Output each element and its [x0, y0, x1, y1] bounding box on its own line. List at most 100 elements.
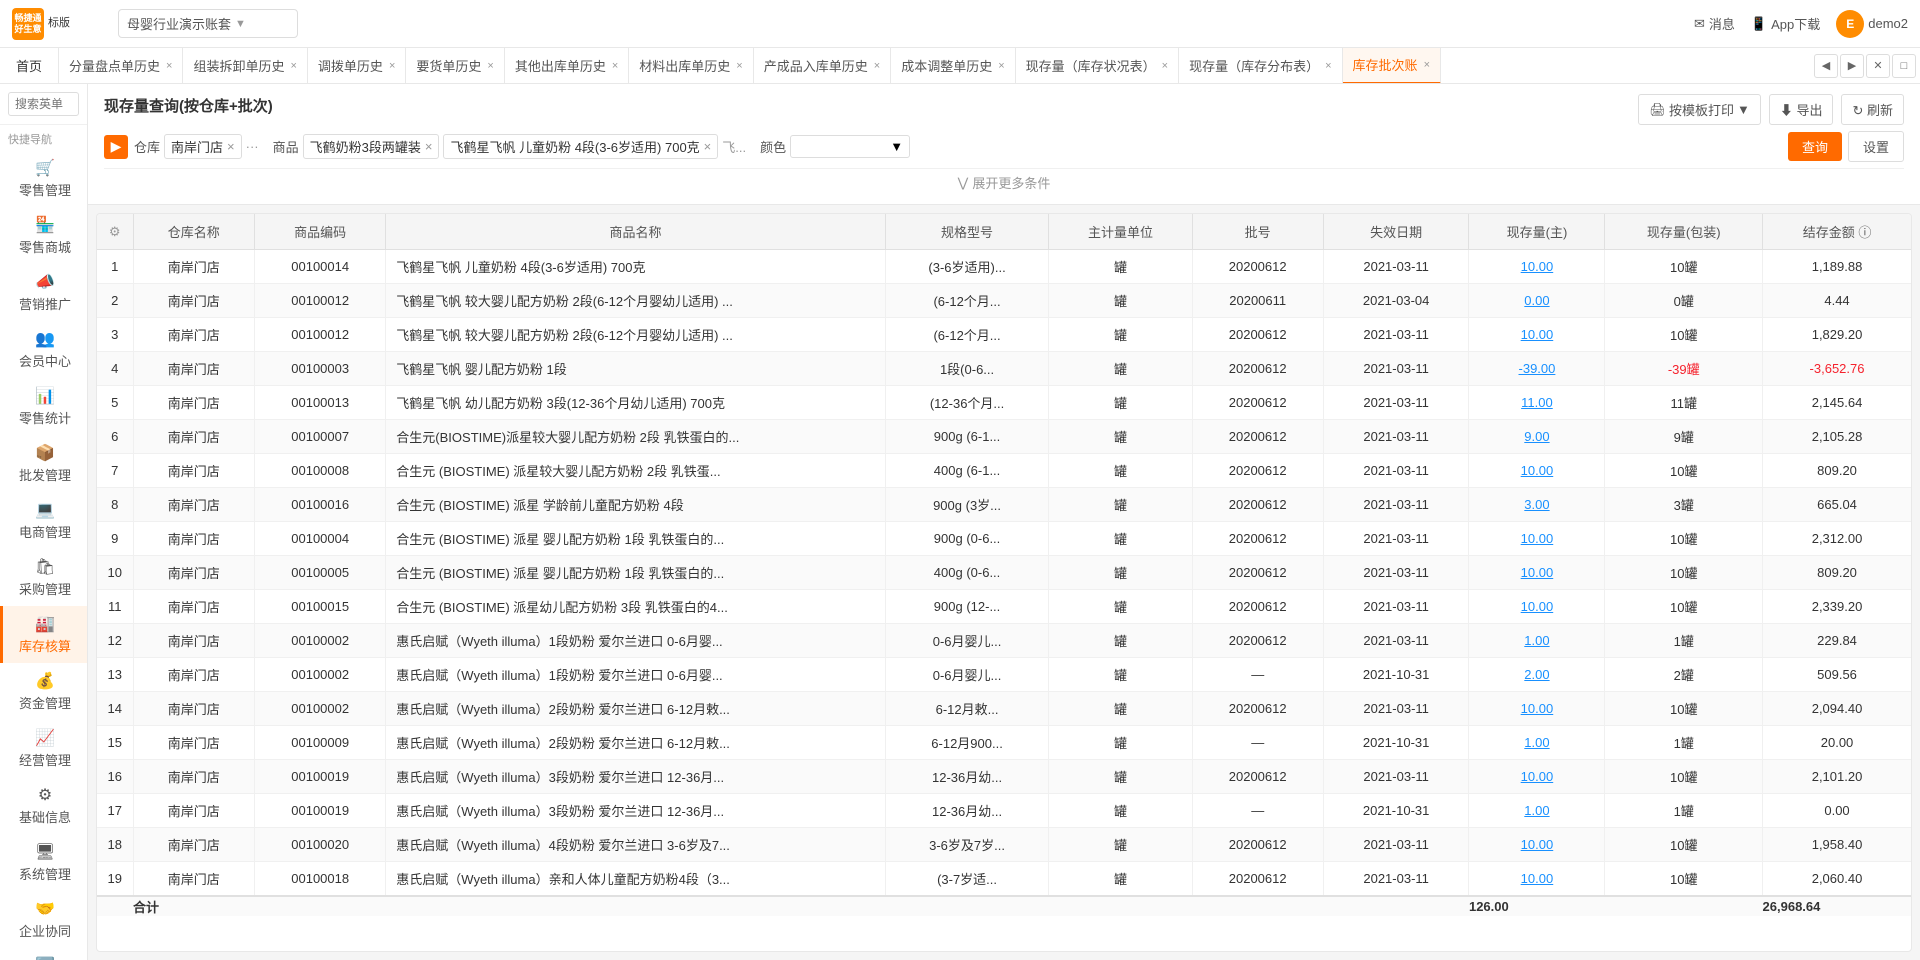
- sidebar-item-ecommerce[interactable]: 💻 电商管理: [0, 492, 87, 549]
- tab-close-split-inventory[interactable]: ×: [166, 60, 172, 72]
- tab-close-stock-status[interactable]: ×: [1162, 60, 1168, 72]
- settings-btn[interactable]: 设置: [1848, 131, 1904, 162]
- cell-qty[interactable]: 1.00: [1469, 726, 1605, 760]
- tab-requisition[interactable]: 要货单历史 ×: [406, 48, 504, 84]
- col-expire: 失效日期: [1323, 214, 1469, 250]
- tab-stock-dist[interactable]: 现存量（库存分布表） ×: [1179, 48, 1342, 84]
- cell-no: 12: [97, 624, 133, 658]
- refresh-btn[interactable]: ↻ 刷新: [1841, 94, 1904, 125]
- tab-close-cost-adjust[interactable]: ×: [998, 60, 1004, 72]
- tab-material-out[interactable]: 材料出库单历史 ×: [629, 48, 753, 84]
- sidebar-item-purchase[interactable]: 🛍 采购管理: [0, 549, 87, 606]
- cell-qty-pkg: 0罐: [1605, 284, 1763, 318]
- cell-warehouse: 南岸门店: [133, 624, 255, 658]
- settings-col-icon[interactable]: ⚙: [109, 224, 121, 239]
- color-filter-input[interactable]: ▼: [790, 135, 910, 158]
- warehouse-tag[interactable]: 南岸门店 ×: [164, 134, 242, 159]
- product-tag-1[interactable]: 飞鹤奶粉3段两罐装 ×: [303, 134, 440, 159]
- cell-qty[interactable]: 10.00: [1469, 590, 1605, 624]
- cell-no: 13: [97, 658, 133, 692]
- tab-close-transfer[interactable]: ×: [389, 60, 395, 72]
- col-settings[interactable]: ⚙: [97, 214, 133, 250]
- sidebar-item-finance[interactable]: 💰 资金管理: [0, 663, 87, 720]
- query-btn[interactable]: 查询: [1788, 132, 1842, 161]
- cell-qty[interactable]: 11.00: [1469, 386, 1605, 420]
- sidebar-item-basics[interactable]: ⚙ 基础信息: [0, 777, 87, 834]
- tab-home[interactable]: 首页: [0, 48, 59, 84]
- cell-qty[interactable]: -39.00: [1469, 352, 1605, 386]
- expand-more-conditions[interactable]: ⋁ 展开更多条件: [104, 168, 1904, 196]
- template-print-btn[interactable]: 🖨 按模板打印 ▼: [1638, 94, 1760, 125]
- tab-product-in[interactable]: 产成品入库单历史 ×: [754, 48, 891, 84]
- sidebar-item-new-guide[interactable]: 🆕 新手引导: [0, 948, 87, 960]
- warehouse-tag-close[interactable]: ×: [227, 139, 235, 154]
- search-input[interactable]: [8, 92, 79, 116]
- cell-qty[interactable]: 10.00: [1469, 828, 1605, 862]
- tab-close-disassemble[interactable]: ×: [290, 60, 296, 72]
- sidebar-item-operations[interactable]: 📈 经营管理: [0, 720, 87, 777]
- cell-spec: 900g (12-...: [885, 590, 1049, 624]
- cell-qty[interactable]: 1.00: [1469, 624, 1605, 658]
- tab-next-btn[interactable]: ▶: [1840, 54, 1864, 78]
- tab-close-material-out[interactable]: ×: [736, 60, 742, 72]
- tab-batch-account[interactable]: 库存批次账 ×: [1343, 48, 1441, 84]
- product-tag-2-close[interactable]: ×: [704, 139, 712, 154]
- cell-amount: 2,060.40: [1763, 862, 1911, 897]
- cell-qty[interactable]: 10.00: [1469, 692, 1605, 726]
- product-filter-more[interactable]: 飞...: [722, 137, 746, 156]
- cell-unit: 罐: [1049, 284, 1192, 318]
- sidebar-item-cooperation[interactable]: 🤝 企业协同: [0, 891, 87, 948]
- cell-qty[interactable]: 10.00: [1469, 862, 1605, 897]
- cell-qty[interactable]: 10.00: [1469, 760, 1605, 794]
- export-btn[interactable]: ⬇ 导出: [1769, 94, 1834, 125]
- cell-unit: 罐: [1049, 726, 1192, 760]
- cell-unit: 罐: [1049, 352, 1192, 386]
- tab-maximize-btn[interactable]: □: [1892, 54, 1916, 78]
- sidebar-item-members[interactable]: 👥 会员中心: [0, 321, 87, 378]
- workspace-selector[interactable]: 母婴行业演示账套 ▼: [118, 9, 298, 38]
- tab-prev-btn[interactable]: ◀: [1814, 54, 1838, 78]
- tab-stock-status[interactable]: 现存量（库存状况表） ×: [1016, 48, 1179, 84]
- cell-qty[interactable]: 10.00: [1469, 318, 1605, 352]
- cell-qty[interactable]: 0.00: [1469, 284, 1605, 318]
- tab-close-all-btn[interactable]: ✕: [1866, 54, 1890, 78]
- sidebar-item-wholesale[interactable]: 📦 批发管理: [0, 435, 87, 492]
- product-filter-section: 商品 飞鹤奶粉3段两罐装 × 飞鹤星飞帆 儿童奶粉 4段(3-6岁适用) 700…: [273, 134, 746, 159]
- cell-qty[interactable]: 10.00: [1469, 556, 1605, 590]
- cell-qty[interactable]: 1.00: [1469, 794, 1605, 828]
- tab-split-inventory[interactable]: 分量盘点单历史 ×: [59, 48, 183, 84]
- tab-close-stock-dist[interactable]: ×: [1325, 60, 1331, 72]
- product-tag-1-close[interactable]: ×: [425, 139, 433, 154]
- sidebar-item-system[interactable]: 🖥 系统管理: [0, 834, 87, 891]
- cell-qty[interactable]: 2.00: [1469, 658, 1605, 692]
- tab-disassemble[interactable]: 组装拆卸单历史 ×: [183, 48, 307, 84]
- tab-close-batch-account[interactable]: ×: [1424, 59, 1430, 71]
- cell-code: 00100003: [255, 352, 386, 386]
- cell-code: 00100004: [255, 522, 386, 556]
- cell-qty[interactable]: 9.00: [1469, 420, 1605, 454]
- product-tag-2[interactable]: 飞鹤星飞帆 儿童奶粉 4段(3-6岁适用) 700克 ×: [443, 134, 718, 159]
- tab-transfer[interactable]: 调拨单历史 ×: [308, 48, 406, 84]
- sidebar-item-inventory[interactable]: 🏭 库存核算: [0, 606, 87, 663]
- user-profile[interactable]: E demo2: [1836, 10, 1908, 38]
- tab-close-requisition[interactable]: ×: [487, 60, 493, 72]
- sidebar-item-marketing[interactable]: 📣 营销推广: [0, 264, 87, 321]
- cell-qty[interactable]: 10.00: [1469, 250, 1605, 284]
- sidebar-item-retail-stats[interactable]: 📊 零售统计: [0, 378, 87, 435]
- tab-other-out[interactable]: 其他出库单历史 ×: [505, 48, 629, 84]
- cell-name: 惠氏启赋（Wyeth illuma）亲和人体儿童配方奶粉4段（3...: [386, 862, 885, 897]
- tab-close-product-in[interactable]: ×: [874, 60, 880, 72]
- tab-close-other-out[interactable]: ×: [612, 60, 618, 72]
- warehouse-filter-more[interactable]: ···: [246, 139, 259, 154]
- cell-no: 9: [97, 522, 133, 556]
- message-btn[interactable]: ✉ 消息: [1694, 14, 1735, 33]
- cell-qty[interactable]: 10.00: [1469, 522, 1605, 556]
- app-download-btn[interactable]: 📱 App下载: [1751, 14, 1820, 33]
- sidebar-item-retail-shop[interactable]: 🏪 零售商城: [0, 207, 87, 264]
- sidebar-item-retail[interactable]: 🛒 零售管理: [0, 150, 87, 207]
- cell-no: 2: [97, 284, 133, 318]
- tab-cost-adjust[interactable]: 成本调整单历史 ×: [891, 48, 1015, 84]
- cell-qty[interactable]: 3.00: [1469, 488, 1605, 522]
- filter-expand-btn[interactable]: ▶: [104, 135, 128, 159]
- cell-qty[interactable]: 10.00: [1469, 454, 1605, 488]
